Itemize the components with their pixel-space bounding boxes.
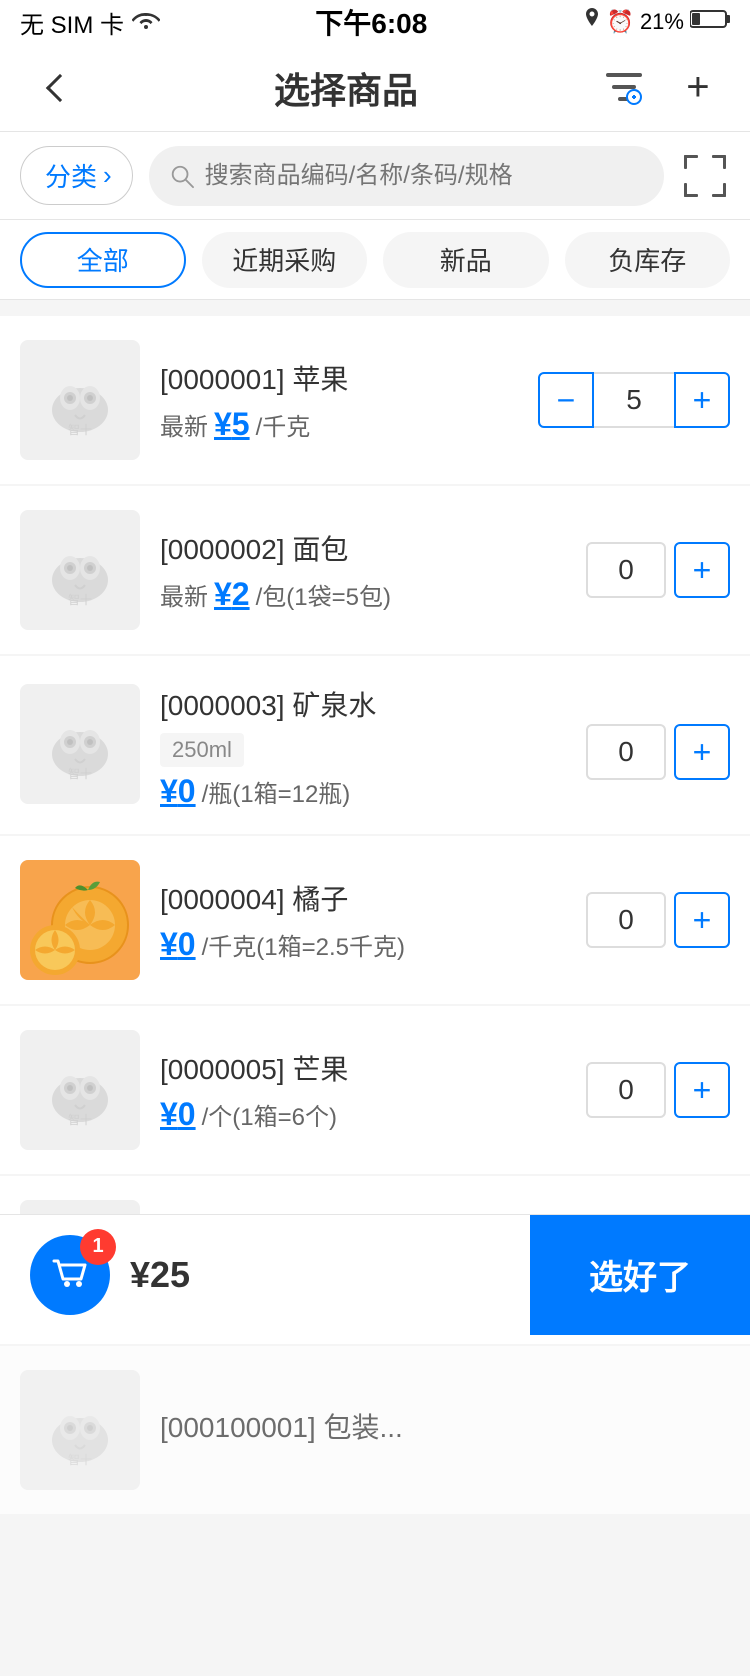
quantity-increase-button[interactable]: + xyxy=(674,892,730,948)
quantity-increase-button[interactable]: + xyxy=(674,542,730,598)
quantity-control: + xyxy=(586,1062,730,1118)
wifi-icon xyxy=(132,8,160,36)
search-bar: 分类 › xyxy=(0,132,750,220)
tab-recent[interactable]: 近期采购 xyxy=(202,232,368,288)
alarm-icon: ⏰ xyxy=(607,9,634,35)
owl-logo-icon: 智十 xyxy=(40,704,120,784)
product-name: [0000004] 橘子 xyxy=(160,878,566,918)
owl-logo-icon: 智十 xyxy=(40,1050,120,1130)
status-bar: 无 SIM 卡 下午6:08 ⏰ 21% xyxy=(0,0,750,44)
search-input-wrap xyxy=(149,146,664,206)
list-item: 智十 [0000001] 苹果 最新 ¥5 /千克 − + xyxy=(0,316,750,484)
quantity-input[interactable] xyxy=(586,1062,666,1118)
quantity-control: + xyxy=(586,892,730,948)
list-item: 智十 [0000005] 芒果 ¥0 /个(1箱=6个) + xyxy=(0,1006,750,1174)
product-list: 智十 [0000001] 苹果 最新 ¥5 /千克 − + xyxy=(0,316,750,1676)
add-button[interactable]: + xyxy=(676,66,720,110)
quantity-input[interactable] xyxy=(594,372,674,428)
owl-logo-icon: 智十 xyxy=(40,1390,120,1470)
product-name: [000100001] 包装... xyxy=(160,1406,730,1446)
product-info: [0000005] 芒果 ¥0 /个(1箱=6个) xyxy=(160,1048,566,1133)
product-price: 最新 ¥2 /包(1袋=5包) xyxy=(160,576,566,613)
status-right: ⏰ 21% xyxy=(583,8,730,36)
quantity-input[interactable] xyxy=(586,724,666,780)
list-item: [0000004] 橘子 ¥0 /千克(1箱=2.5千克) + xyxy=(0,836,750,1004)
nav-bar: 选择商品 + xyxy=(0,44,750,132)
quantity-input[interactable] xyxy=(586,542,666,598)
product-info: [0000002] 面包 最新 ¥2 /包(1袋=5包) xyxy=(160,528,566,613)
filter-tabs: 全部 近期采购 新品 负库存 xyxy=(0,220,750,300)
product-name: [0000003] 矿泉水 xyxy=(160,684,566,724)
orange-image xyxy=(20,860,140,980)
tab-new[interactable]: 新品 xyxy=(383,232,549,288)
svg-text:智十: 智十 xyxy=(68,1452,92,1467)
product-name: [0000002] 面包 xyxy=(160,528,566,568)
nav-actions: + xyxy=(602,66,720,110)
product-spec: 250ml xyxy=(160,733,244,767)
product-thumbnail: 智十 xyxy=(20,684,140,804)
product-price: ¥0 /千克(1箱=2.5千克) xyxy=(160,926,566,963)
tab-negative-stock[interactable]: 负库存 xyxy=(565,232,731,288)
quantity-increase-button[interactable]: + xyxy=(674,724,730,780)
list-item: 智十 [000100001] 包装... xyxy=(0,1346,750,1514)
owl-logo-icon: 智十 xyxy=(40,530,120,610)
product-info: [0000001] 苹果 最新 ¥5 /千克 xyxy=(160,358,518,443)
svg-text:智十: 智十 xyxy=(68,1112,92,1127)
product-thumbnail: 智十 xyxy=(20,1370,140,1490)
product-thumbnail: 智十 xyxy=(20,1030,140,1150)
battery-icon xyxy=(690,9,730,35)
product-info: [000100001] 包装... xyxy=(160,1406,730,1454)
search-icon xyxy=(169,162,195,190)
product-price: 最新 ¥5 /千克 xyxy=(160,406,518,443)
scan-button[interactable] xyxy=(680,151,730,201)
svg-text:智十: 智十 xyxy=(68,766,92,781)
quantity-control: + xyxy=(586,542,730,598)
category-button[interactable]: 分类 › xyxy=(20,146,133,205)
back-icon xyxy=(46,73,74,101)
filter-button[interactable] xyxy=(602,66,646,110)
list-item: 智十 [0000002] 面包 最新 ¥2 /包(1袋=5包) + xyxy=(0,486,750,654)
category-label: 分类 xyxy=(45,157,97,194)
status-left: 无 SIM 卡 xyxy=(20,5,160,40)
cart-section: 1 ¥25 xyxy=(0,1235,530,1315)
tab-all[interactable]: 全部 xyxy=(20,232,186,288)
product-name: [0000005] 芒果 xyxy=(160,1048,566,1088)
quantity-increase-button[interactable]: + xyxy=(674,372,730,428)
product-thumbnail xyxy=(20,860,140,980)
location-icon xyxy=(583,8,601,36)
page-title: 选择商品 xyxy=(274,62,418,114)
carrier-text: 无 SIM 卡 xyxy=(20,5,124,40)
quantity-control: − + xyxy=(538,372,730,428)
owl-logo-icon: 智十 xyxy=(40,360,120,440)
search-input[interactable] xyxy=(205,162,644,190)
svg-text:智十: 智十 xyxy=(68,422,92,437)
bottom-bar: 1 ¥25 选好了 xyxy=(0,1214,750,1334)
product-price: ¥0 /瓶(1箱=12瓶) xyxy=(160,773,566,810)
quantity-decrease-button[interactable]: − xyxy=(538,372,594,428)
confirm-button[interactable]: 选好了 xyxy=(530,1215,750,1335)
product-info: [0000004] 橘子 ¥0 /千克(1箱=2.5千克) xyxy=(160,878,566,963)
product-info: [0000003] 矿泉水 250ml ¥0 /瓶(1箱=12瓶) xyxy=(160,684,566,810)
product-thumbnail: 智十 xyxy=(20,510,140,630)
quantity-increase-button[interactable]: + xyxy=(674,1062,730,1118)
quantity-control: + xyxy=(586,724,730,780)
category-chevron: › xyxy=(103,160,112,191)
quantity-input[interactable] xyxy=(586,892,666,948)
product-thumbnail: 智十 xyxy=(20,340,140,460)
cart-button[interactable]: 1 xyxy=(30,1235,110,1315)
list-item: 智十 [0000003] 矿泉水 250ml ¥0 /瓶(1箱=12瓶) + xyxy=(0,656,750,834)
svg-text:智十: 智十 xyxy=(68,592,92,607)
cart-total: ¥25 xyxy=(130,1254,190,1296)
product-name: [0000001] 苹果 xyxy=(160,358,518,398)
status-time: 下午6:08 xyxy=(315,2,427,42)
back-button[interactable] xyxy=(30,58,90,118)
product-price: ¥0 /个(1箱=6个) xyxy=(160,1096,566,1133)
cart-badge: 1 xyxy=(80,1229,116,1265)
battery-text: 21% xyxy=(640,9,684,35)
